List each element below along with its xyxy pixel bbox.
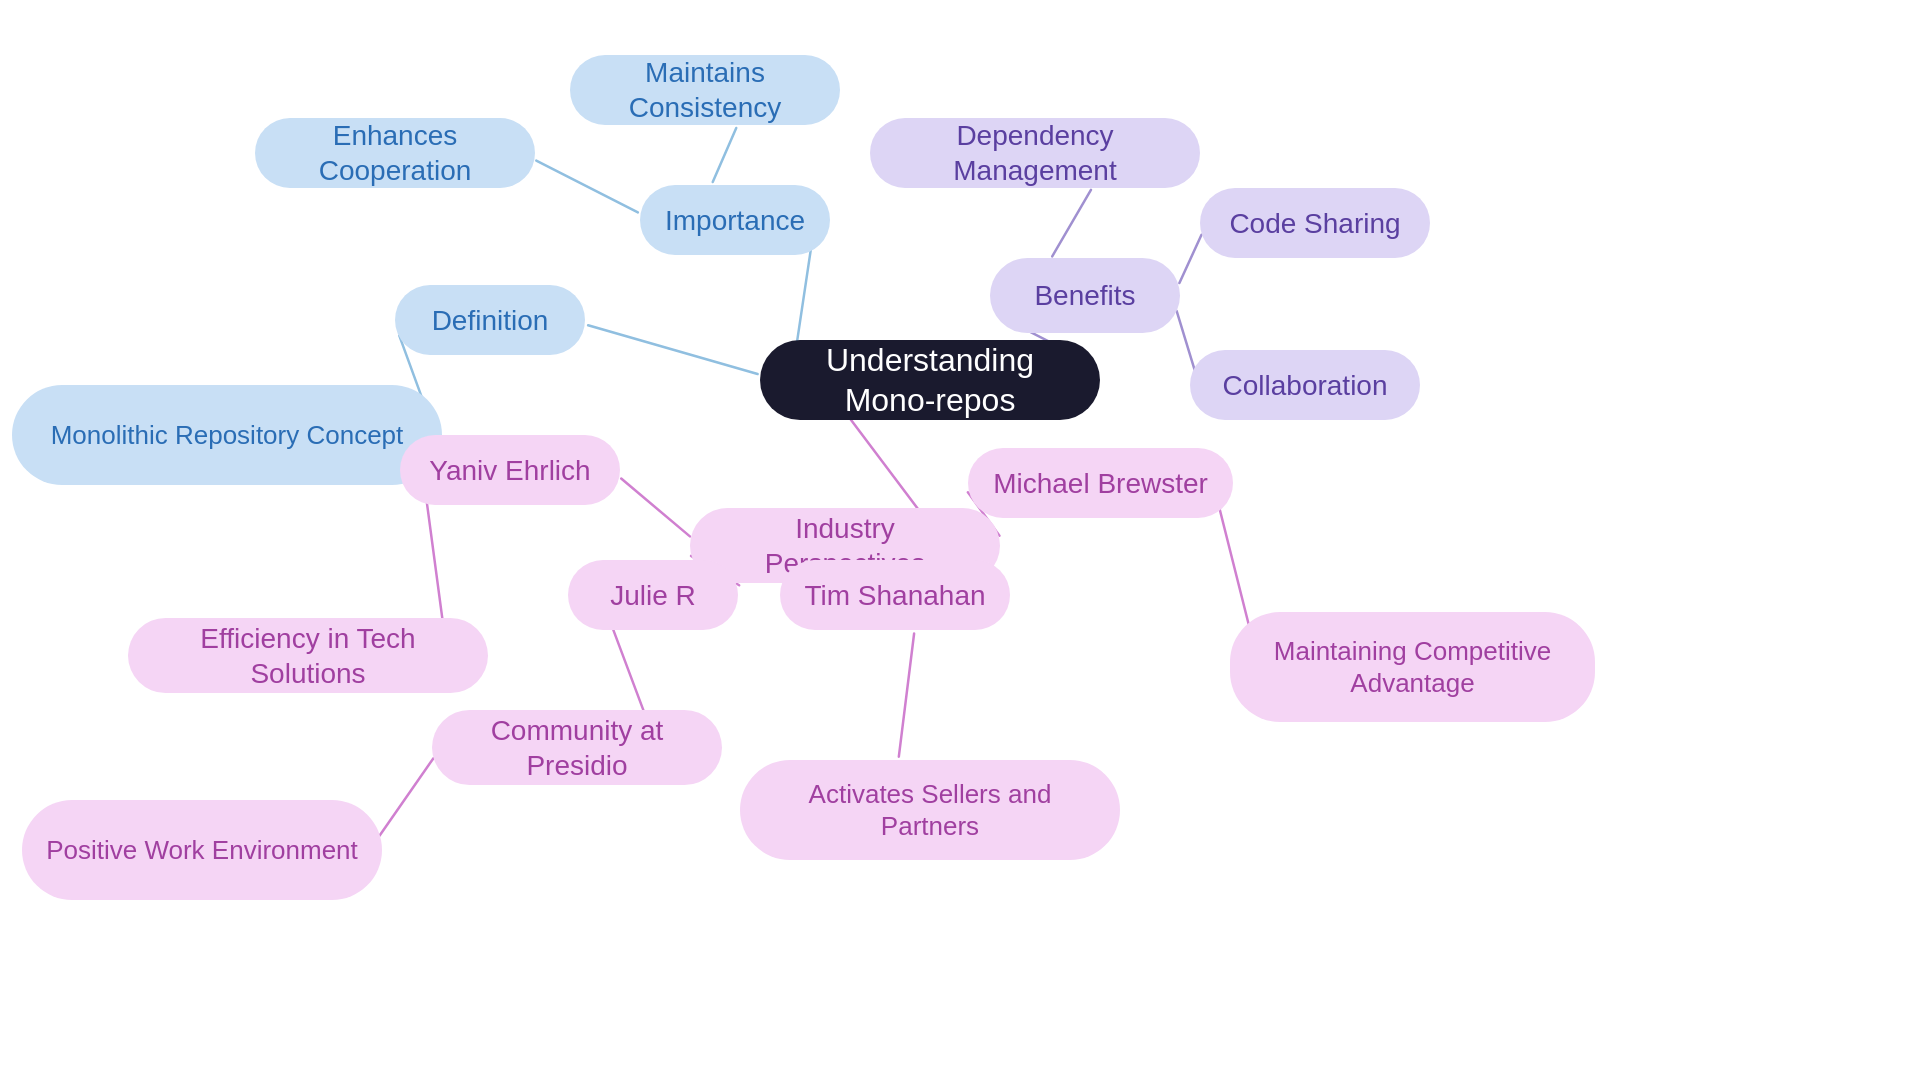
node-community-presidio: Community at Presidio bbox=[432, 710, 722, 785]
svg-line-10 bbox=[621, 479, 690, 537]
node-enhances-cooperation: Enhances Cooperation bbox=[255, 118, 535, 188]
node-code-sharing: Code Sharing bbox=[1200, 188, 1430, 258]
node-maintaining-competitive: Maintaining Competitive Advantage bbox=[1230, 612, 1595, 722]
node-dependency-mgmt: Dependency Management bbox=[870, 118, 1200, 188]
svg-line-0 bbox=[795, 245, 811, 352]
node-collaboration: Collaboration bbox=[1190, 350, 1420, 420]
svg-line-3 bbox=[588, 325, 758, 374]
node-benefits: Benefits bbox=[990, 258, 1180, 333]
node-yaniv-ehrlich: Yaniv Ehrlich bbox=[400, 435, 620, 505]
node-monolithic-repo: Monolithic Repository Concept bbox=[12, 385, 442, 485]
svg-line-8 bbox=[1177, 311, 1195, 370]
node-importance: Importance bbox=[640, 185, 830, 255]
svg-line-18 bbox=[899, 633, 914, 756]
center-node: Understanding Mono-repos bbox=[760, 340, 1100, 420]
svg-line-6 bbox=[1052, 190, 1091, 257]
node-positive-work: Positive Work Environment bbox=[22, 800, 382, 900]
svg-line-16 bbox=[613, 630, 643, 710]
svg-line-11 bbox=[426, 496, 443, 627]
node-definition: Definition bbox=[395, 285, 585, 355]
svg-line-9 bbox=[851, 419, 918, 508]
svg-line-7 bbox=[1179, 235, 1201, 283]
node-tim-shanahan: Tim Shanahan bbox=[780, 560, 1010, 630]
svg-line-2 bbox=[536, 161, 638, 213]
node-michael-brewster: Michael Brewster bbox=[968, 448, 1233, 518]
node-maintains-consistency: Maintains Consistency bbox=[570, 55, 840, 125]
node-efficiency: Efficiency in Tech Solutions bbox=[128, 618, 488, 693]
svg-line-13 bbox=[1218, 503, 1252, 637]
svg-line-17 bbox=[379, 758, 433, 835]
svg-line-1 bbox=[713, 128, 737, 182]
node-julie-r: Julie R bbox=[568, 560, 738, 630]
node-activates-sellers: Activates Sellers and Partners bbox=[740, 760, 1120, 860]
